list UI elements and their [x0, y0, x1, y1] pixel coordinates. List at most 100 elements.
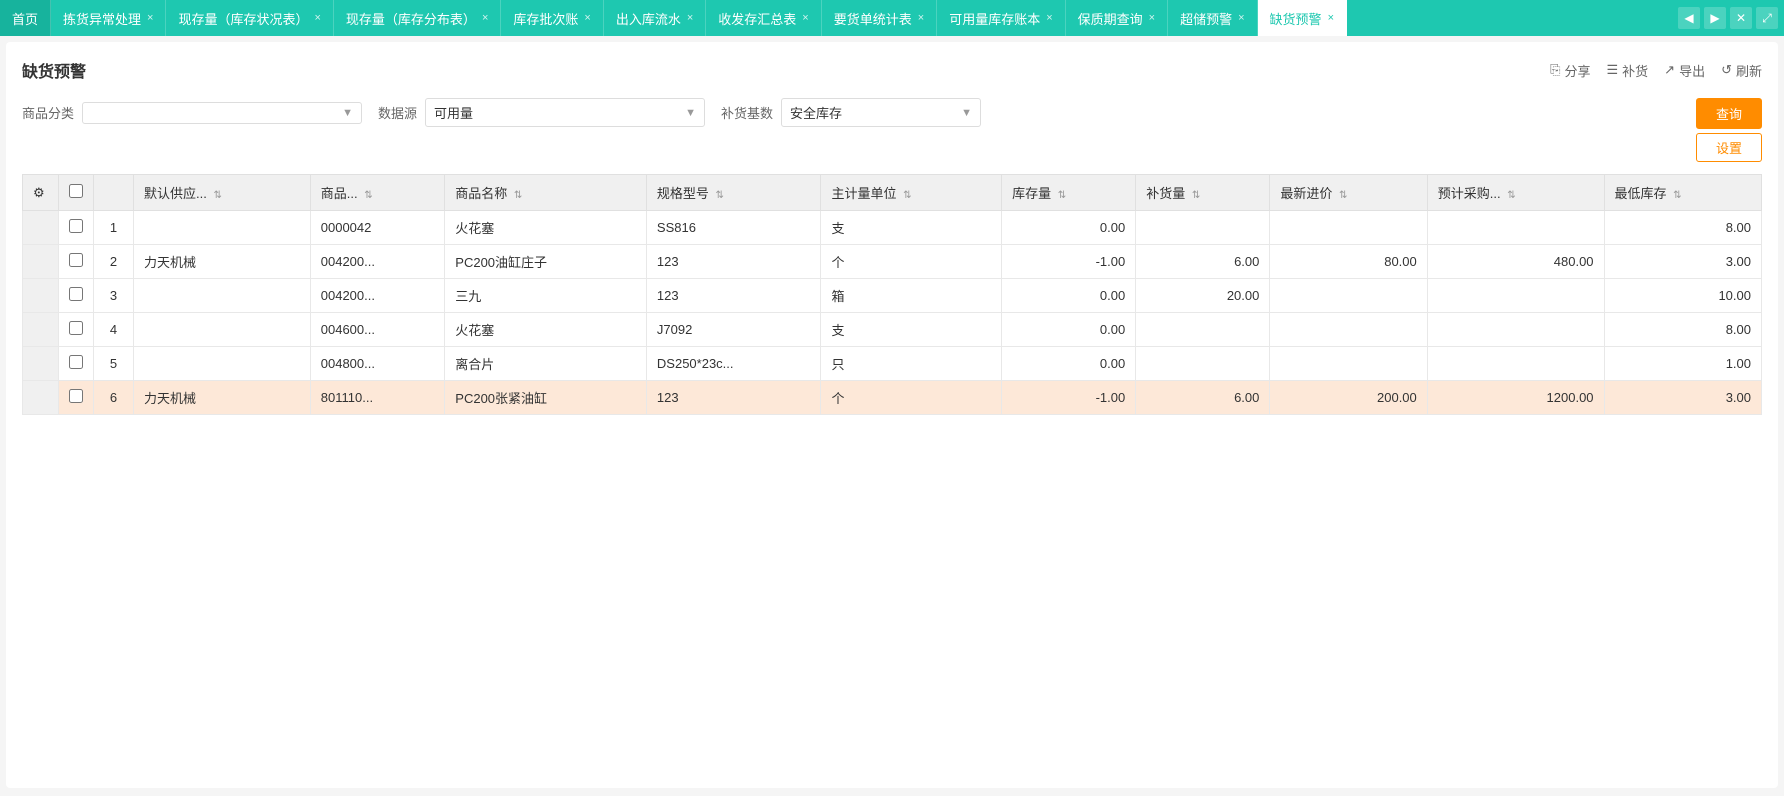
row-index-4: 5	[94, 347, 134, 381]
sort-icon: ⇅	[1058, 190, 1066, 201]
nav-next-button[interactable]: ▶	[1704, 7, 1726, 29]
tab-close-2[interactable]: ×	[314, 12, 320, 24]
row-checkbox-cell-2	[59, 279, 94, 313]
product-code-column-header[interactable]: 商品... ⇅	[310, 175, 445, 211]
replenish-icon: ☰	[1606, 62, 1618, 78]
row-checkbox-4[interactable]	[69, 355, 83, 369]
row-unit-0: 支	[821, 211, 1002, 245]
estimated-purchase-column-header[interactable]: 预计采购... ⇅	[1427, 175, 1604, 211]
settings-button[interactable]: 设置	[1696, 133, 1762, 162]
row-unit-1: 个	[821, 245, 1002, 279]
row-gear-3[interactable]	[23, 313, 59, 347]
row-latest-price-4	[1270, 347, 1427, 381]
tab-close-6[interactable]: ×	[802, 12, 808, 24]
row-latest-price-0	[1270, 211, 1427, 245]
row-name-0: 火花塞	[445, 211, 647, 245]
spec-column-header[interactable]: 规格型号 ⇅	[646, 175, 821, 211]
latest-price-column-header[interactable]: 最新进价 ⇅	[1270, 175, 1427, 211]
nav-expand-button[interactable]: ⤢	[1756, 7, 1778, 29]
tab-item-11[interactable]: 缺货预警×	[1258, 0, 1347, 36]
table-row: 3 004200... 三九 123 箱 0.00 20.00 10.00	[23, 279, 1762, 313]
row-name-1: PC200油缸庄子	[445, 245, 647, 279]
row-spec-3: J7092	[646, 313, 821, 347]
tab-item-8[interactable]: 可用量库存账本×	[937, 0, 1065, 36]
row-code-4: 004800...	[310, 347, 445, 381]
category-select[interactable]: ▼	[82, 102, 362, 124]
tab-item-2[interactable]: 现存量（库存状况表）×	[166, 0, 333, 36]
row-min-stock-1: 3.00	[1604, 245, 1761, 279]
row-gear-4[interactable]	[23, 347, 59, 381]
tab-close-3[interactable]: ×	[482, 12, 488, 24]
sort-icon: ⇅	[1507, 190, 1515, 201]
row-replenish-4	[1136, 347, 1270, 381]
replenish-base-select[interactable]: 安全库存 ▼	[781, 98, 981, 127]
row-unit-4: 只	[821, 347, 1002, 381]
row-checkbox-0[interactable]	[69, 219, 83, 233]
row-gear-1[interactable]	[23, 245, 59, 279]
select-all-checkbox[interactable]	[69, 184, 83, 198]
row-gear-5[interactable]	[23, 381, 59, 415]
tab-item-3[interactable]: 现存量（库存分布表）×	[334, 0, 501, 36]
sort-icon: ⇅	[1192, 190, 1200, 201]
row-unit-2: 箱	[821, 279, 1002, 313]
tab-item-9[interactable]: 保质期查询×	[1066, 0, 1168, 36]
tab-close-9[interactable]: ×	[1149, 12, 1155, 24]
row-spec-0: SS816	[646, 211, 821, 245]
row-checkbox-1[interactable]	[69, 253, 83, 267]
filter-row: 商品分类 ▼ 数据源 可用量 ▼ 补货基数 安全库存 ▼	[22, 98, 1680, 127]
row-checkbox-cell-1	[59, 245, 94, 279]
replenish-base-select-value: 安全库存	[790, 103, 842, 122]
tab-close-7[interactable]: ×	[918, 12, 924, 24]
row-gear-2[interactable]	[23, 279, 59, 313]
row-stock-3: 0.00	[1002, 313, 1136, 347]
tab-item-6[interactable]: 收发存汇总表×	[706, 0, 821, 36]
category-label: 商品分类	[22, 103, 74, 122]
product-name-column-header[interactable]: 商品名称 ⇅	[445, 175, 647, 211]
tab-close-5[interactable]: ×	[687, 12, 693, 24]
replenish-column-header[interactable]: 补货量 ⇅	[1136, 175, 1270, 211]
row-spec-2: 123	[646, 279, 821, 313]
row-checkbox-cell-4	[59, 347, 94, 381]
datasource-select[interactable]: 可用量 ▼	[425, 98, 705, 127]
nav-prev-button[interactable]: ◀	[1678, 7, 1700, 29]
row-checkbox-cell-0	[59, 211, 94, 245]
row-stock-2: 0.00	[1002, 279, 1136, 313]
row-min-stock-3: 8.00	[1604, 313, 1761, 347]
tab-item-4[interactable]: 库存批次账×	[501, 0, 603, 36]
row-index-0: 1	[94, 211, 134, 245]
row-stock-0: 0.00	[1002, 211, 1136, 245]
tab-close-11[interactable]: ×	[1328, 12, 1334, 24]
row-latest-price-3	[1270, 313, 1427, 347]
refresh-action[interactable]: ↺ 刷新	[1721, 61, 1762, 80]
default-supplier-column-header[interactable]: 默认供应... ⇅	[134, 175, 311, 211]
row-spec-5: 123	[646, 381, 821, 415]
row-latest-price-1: 80.00	[1270, 245, 1427, 279]
row-estimated-purchase-5: 1200.00	[1427, 381, 1604, 415]
tab-close-1[interactable]: ×	[147, 12, 153, 24]
tab-close-10[interactable]: ×	[1238, 12, 1244, 24]
tab-close-8[interactable]: ×	[1046, 12, 1052, 24]
data-table: ⚙ 默认供应... ⇅ 商品... ⇅ 商品名称 ⇅ 规格型号 ⇅ 主计量单位 …	[22, 174, 1762, 415]
tab-item-5[interactable]: 出入库流水×	[604, 0, 706, 36]
stock-column-header[interactable]: 库存量 ⇅	[1002, 175, 1136, 211]
unit-column-header[interactable]: 主计量单位 ⇅	[821, 175, 1002, 211]
row-checkbox-3[interactable]	[69, 321, 83, 335]
query-button[interactable]: 查询	[1696, 98, 1762, 129]
row-checkbox-5[interactable]	[69, 389, 83, 403]
tab-close-4[interactable]: ×	[584, 12, 590, 24]
table-row: 1 0000042 火花塞 SS816 支 0.00 8.00	[23, 211, 1762, 245]
row-gear-0[interactable]	[23, 211, 59, 245]
min-stock-column-header[interactable]: 最低库存 ⇅	[1604, 175, 1761, 211]
row-checkbox-2[interactable]	[69, 287, 83, 301]
replenish-action[interactable]: ☰ 补货	[1606, 61, 1648, 80]
row-min-stock-2: 10.00	[1604, 279, 1761, 313]
row-checkbox-cell-3	[59, 313, 94, 347]
tab-item-7[interactable]: 要货单统计表×	[822, 0, 937, 36]
tab-item-1[interactable]: 拣货异常处理×	[51, 0, 166, 36]
tab-item-10[interactable]: 超储预警×	[1168, 0, 1257, 36]
share-action[interactable]: ⎘ 分享	[1550, 61, 1590, 80]
export-action[interactable]: ↗ 导出	[1664, 61, 1705, 80]
nav-close-button[interactable]: ✕	[1730, 7, 1752, 29]
tab-item-0[interactable]: 首页	[0, 0, 51, 36]
gear-column-header[interactable]: ⚙	[23, 175, 59, 211]
